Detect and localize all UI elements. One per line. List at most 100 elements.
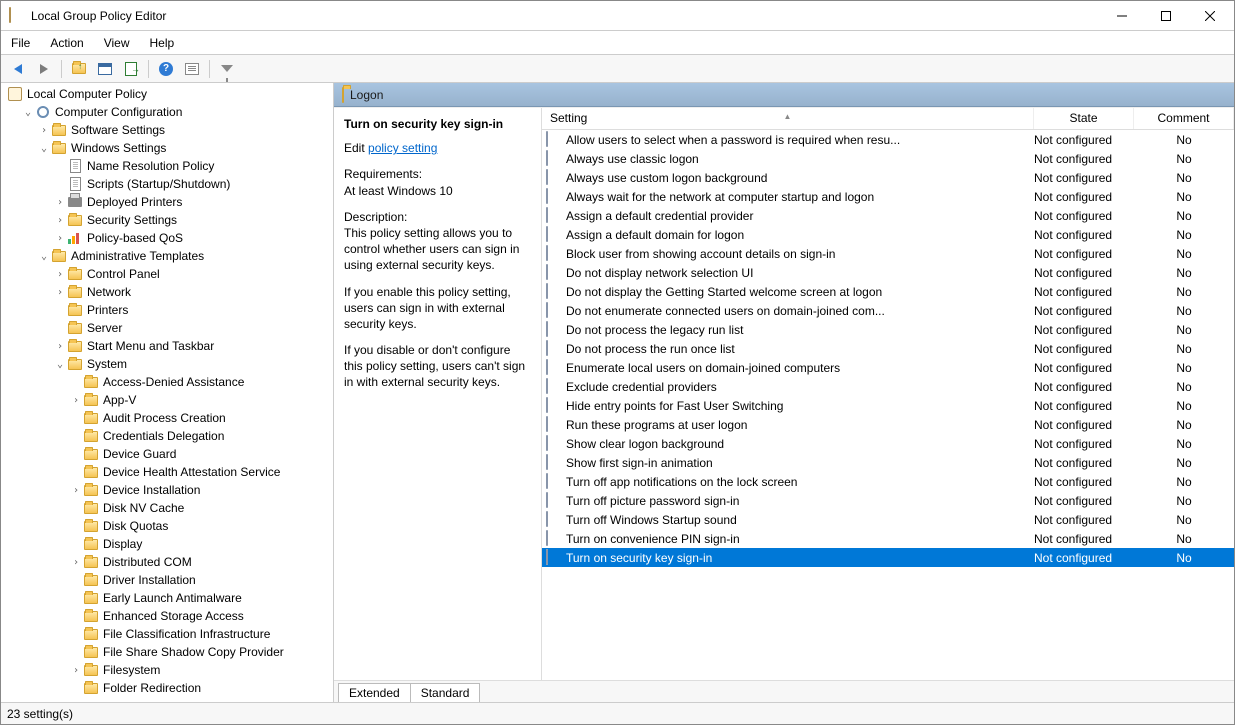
list-row[interactable]: Turn off Windows Startup soundNot config… (542, 510, 1234, 529)
menu-action[interactable]: Action (48, 34, 85, 52)
tree-item[interactable]: Device Health Attestation Service (5, 463, 333, 481)
twisty-icon[interactable]: › (37, 125, 51, 136)
twisty-icon[interactable]: ⌄ (53, 359, 67, 370)
list-rows[interactable]: Allow users to select when a password is… (542, 130, 1234, 680)
tree-item[interactable]: Scripts (Startup/Shutdown) (5, 175, 333, 193)
list-row[interactable]: Turn off picture password sign-inNot con… (542, 491, 1234, 510)
show-hide-tree-button[interactable] (94, 58, 116, 80)
list-row[interactable]: Always use custom logon backgroundNot co… (542, 168, 1234, 187)
tree-item[interactable]: Server (5, 319, 333, 337)
tree-item[interactable]: ›Policy-based QoS (5, 229, 333, 247)
tab-extended[interactable]: Extended (338, 683, 411, 702)
list-row[interactable]: Do not display network selection UINot c… (542, 263, 1234, 282)
twisty-icon[interactable]: › (69, 395, 83, 406)
list-row[interactable]: Always wait for the network at computer … (542, 187, 1234, 206)
tree-item[interactable]: Display (5, 535, 333, 553)
tree-item[interactable]: Disk Quotas (5, 517, 333, 535)
list-row[interactable]: Show clear logon backgroundNot configure… (542, 434, 1234, 453)
close-button[interactable] (1188, 2, 1232, 30)
tree-item[interactable]: ›Deployed Printers (5, 193, 333, 211)
list-row[interactable]: Do not process the run once listNot conf… (542, 339, 1234, 358)
list-row[interactable]: Enumerate local users on domain-joined c… (542, 358, 1234, 377)
twisty-icon[interactable]: › (53, 341, 67, 352)
list-row[interactable]: Assign a default credential providerNot … (542, 206, 1234, 225)
twisty-icon[interactable]: › (69, 557, 83, 568)
export-button[interactable] (120, 58, 142, 80)
tree-item[interactable]: › Software Settings (5, 121, 333, 139)
col-setting[interactable]: Setting (542, 108, 1034, 129)
list-row[interactable]: Turn off app notifications on the lock s… (542, 472, 1234, 491)
tree-item[interactable]: Device Guard (5, 445, 333, 463)
list-row[interactable]: Assign a default domain for logonNot con… (542, 225, 1234, 244)
tree-item[interactable]: ⌄Computer Configuration (5, 103, 333, 121)
filter-button[interactable] (216, 58, 238, 80)
list-row[interactable]: Block user from showing account details … (542, 244, 1234, 263)
tree-item[interactable]: Access-Denied Assistance (5, 373, 333, 391)
twisty-icon[interactable]: › (69, 665, 83, 676)
tree-item[interactable]: ›Network (5, 283, 333, 301)
tree-item[interactable]: ⌄Windows Settings (5, 139, 333, 157)
tree-item[interactable]: ›Filesystem (5, 661, 333, 679)
tree-item[interactable]: ›Distributed COM (5, 553, 333, 571)
tree-item[interactable]: Disk NV Cache (5, 499, 333, 517)
tree-item[interactable]: ›Control Panel (5, 265, 333, 283)
twisty-icon[interactable]: ⌄ (37, 143, 51, 154)
tree-item[interactable]: ⌄System (5, 355, 333, 373)
menu-help[interactable]: Help (148, 34, 177, 52)
tree-item[interactable]: Audit Process Creation (5, 409, 333, 427)
tree-item[interactable]: Printers (5, 301, 333, 319)
list-row[interactable]: Exclude credential providersNot configur… (542, 377, 1234, 396)
tree-item[interactable]: Early Launch Antimalware (5, 589, 333, 607)
tree-pane[interactable]: Local Computer Policy ⌄Computer Configur… (1, 83, 334, 702)
tree-item[interactable]: Folder Redirection (5, 679, 333, 697)
forward-button[interactable] (33, 58, 55, 80)
properties-button[interactable] (181, 58, 203, 80)
up-button[interactable] (68, 58, 90, 80)
row-state: Not configured (1034, 399, 1134, 413)
row-comment: No (1134, 494, 1234, 508)
twisty-icon[interactable]: › (53, 215, 67, 226)
tab-standard[interactable]: Standard (411, 683, 481, 702)
twisty-icon[interactable]: ⌄ (21, 107, 35, 118)
tree-item[interactable]: Credentials Delegation (5, 427, 333, 445)
tree-item[interactable]: ⌄Administrative Templates (5, 247, 333, 265)
list-row[interactable]: Run these programs at user logonNot conf… (542, 415, 1234, 434)
back-button[interactable] (7, 58, 29, 80)
tree-item-label: Software Settings (71, 123, 165, 137)
edit-policy-link[interactable]: policy setting (368, 141, 437, 155)
maximize-button[interactable] (1144, 2, 1188, 30)
tree-item[interactable]: File Classification Infrastructure (5, 625, 333, 643)
tree-item[interactable]: ›App-V (5, 391, 333, 409)
list-row[interactable]: Turn on convenience PIN sign-inNot confi… (542, 529, 1234, 548)
list-row[interactable]: Hide entry points for Fast User Switchin… (542, 396, 1234, 415)
help-button[interactable]: ? (155, 58, 177, 80)
twisty-icon[interactable]: › (53, 287, 67, 298)
tree-item[interactable]: Name Resolution Policy (5, 157, 333, 175)
twisty-icon[interactable]: › (53, 269, 67, 280)
col-comment[interactable]: Comment (1134, 108, 1234, 129)
twisty-icon[interactable]: › (53, 197, 67, 208)
tree-item[interactable]: ›Start Menu and Taskbar (5, 337, 333, 355)
tree-item[interactable]: ›Security Settings (5, 211, 333, 229)
tree-item[interactable]: Enhanced Storage Access (5, 607, 333, 625)
list-row[interactable]: Always use classic logonNot configuredNo (542, 149, 1234, 168)
list-row[interactable]: Allow users to select when a password is… (542, 130, 1234, 149)
tree-root[interactable]: Local Computer Policy (5, 85, 333, 103)
tree-item[interactable]: File Share Shadow Copy Provider (5, 643, 333, 661)
list-row[interactable]: Do not process the legacy run listNot co… (542, 320, 1234, 339)
menu-view[interactable]: View (102, 34, 132, 52)
list-row[interactable]: Do not enumerate connected users on doma… (542, 301, 1234, 320)
setting-icon (546, 550, 562, 566)
tree-item[interactable]: ›Device Installation (5, 481, 333, 499)
menu-file[interactable]: File (9, 34, 32, 52)
twisty-icon[interactable]: › (53, 233, 67, 244)
list-row[interactable]: Turn on security key sign-inNot configur… (542, 548, 1234, 567)
tree-item[interactable]: Driver Installation (5, 571, 333, 589)
tree-item-icon (83, 680, 99, 696)
list-row[interactable]: Show first sign-in animationNot configur… (542, 453, 1234, 472)
list-row[interactable]: Do not display the Getting Started welco… (542, 282, 1234, 301)
twisty-icon[interactable]: › (69, 485, 83, 496)
col-state[interactable]: State (1034, 108, 1134, 129)
minimize-button[interactable] (1100, 2, 1144, 30)
twisty-icon[interactable]: ⌄ (37, 251, 51, 262)
